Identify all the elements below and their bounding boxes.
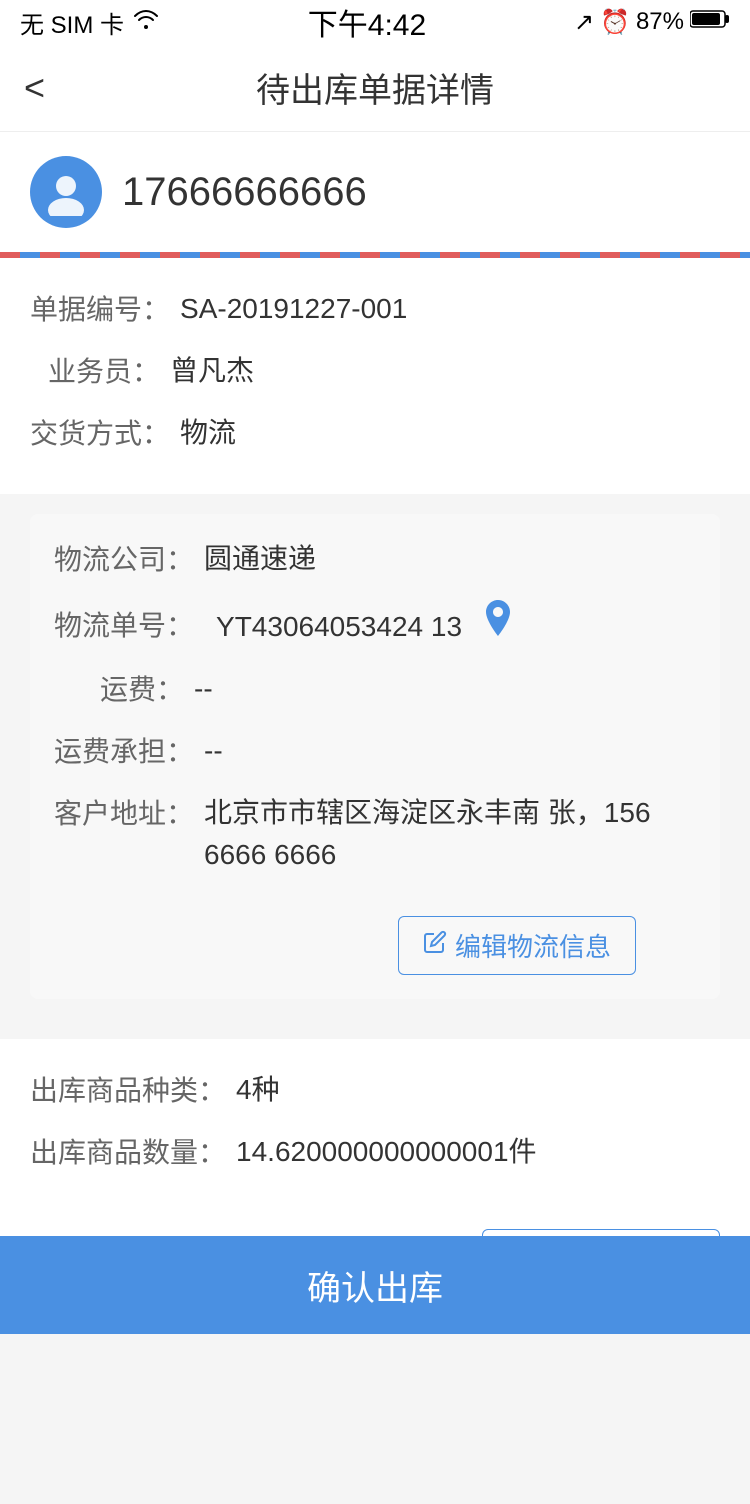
carrier-text: 无 SIM 卡 [20,5,124,40]
confirm-label: 确认出库 [307,1261,443,1310]
edit-logistics-button-container: 编辑物流信息 [84,896,666,999]
address-row: 客户地址： 北京市市辖区海淀区永丰南 张，156 6666 6666 [54,792,696,876]
logistics-company-value: 圆通速递 [194,538,696,580]
location-icon: ↗ [574,8,594,37]
delivery-method-value: 物流 [170,412,720,454]
product-types-row: 出库商品种类： 4种 [30,1069,720,1111]
product-section: 出库商品种类： 4种 出库商品数量： 14.620000000000001件 [0,1039,750,1213]
order-number-value: SA-20191227-001 [170,288,720,330]
delivery-method-label: 交货方式： [30,412,170,452]
status-right: ↗ ⏰ 87% [574,8,730,37]
freight-value: -- [184,668,696,710]
user-phone: 17666666666 [122,170,367,215]
address-label: 客户地址： [54,792,194,832]
status-bar: 无 SIM 卡 下午4:42 ↗ ⏰ 87% [0,0,750,44]
logistics-tracking-row: 物流单号： YT43064053424 13 [54,600,696,648]
nav-bar: < 待出库单据详情 [0,44,750,132]
order-number-row: 单据编号： SA-20191227-001 [30,288,720,330]
location-pin-icon[interactable] [482,600,514,648]
status-left: 无 SIM 卡 [20,5,160,40]
freight-bearer-label: 运费承担： [54,730,194,770]
sales-person-value: 曾凡杰 [160,350,720,392]
page-title: 待出库单据详情 [256,63,494,112]
freight-bearer-value: -- [194,730,696,772]
logistics-tracking-value: YT43064053424 13 [206,600,696,648]
back-button[interactable]: < [24,67,45,109]
address-value: 北京市市辖区海淀区永丰南 张，156 6666 6666 [194,792,696,876]
product-quantity-value: 14.620000000000001件 [226,1131,720,1173]
product-quantity-label: 出库商品数量： [30,1131,226,1171]
product-quantity-row: 出库商品数量： 14.620000000000001件 [30,1131,720,1173]
edit-logistics-button[interactable]: 编辑物流信息 [398,916,636,975]
alarm-icon: ⏰ [600,8,630,37]
order-number-label: 单据编号： [30,288,170,328]
delivery-method-row: 交货方式： 物流 [30,412,720,454]
bottom-spacer [0,1304,750,1504]
section-divider-1 [0,1019,750,1039]
freight-label: 运费： [54,668,184,708]
logistics-card: 物流公司： 圆通速递 物流单号： YT43064053424 13 运费： --… [30,514,720,999]
logistics-company-row: 物流公司： 圆通速递 [54,538,696,580]
confirm-button[interactable]: 确认出库 [0,1236,750,1334]
sales-person-row: 业务员： 曾凡杰 [30,350,720,392]
sales-person-label: 业务员： [30,350,160,390]
avatar [30,156,102,228]
edit-logistics-label: 编辑物流信息 [455,927,611,964]
status-time: 下午4:42 [308,0,426,44]
logistics-company-label: 物流公司： [54,538,194,578]
freight-bearer-row: 运费承担： -- [54,730,696,772]
user-header: 17666666666 [0,132,750,252]
product-types-value: 4种 [226,1069,720,1111]
edit-icon [423,930,447,961]
product-types-label: 出库商品种类： [30,1069,226,1109]
order-info-section: 单据编号： SA-20191227-001 业务员： 曾凡杰 交货方式： 物流 [0,258,750,494]
freight-row: 运费： -- [54,668,696,710]
logistics-tracking-label: 物流单号： [54,604,194,644]
wifi-icon [132,8,160,36]
battery-text: 87% [636,8,684,36]
battery-icon [690,8,730,36]
